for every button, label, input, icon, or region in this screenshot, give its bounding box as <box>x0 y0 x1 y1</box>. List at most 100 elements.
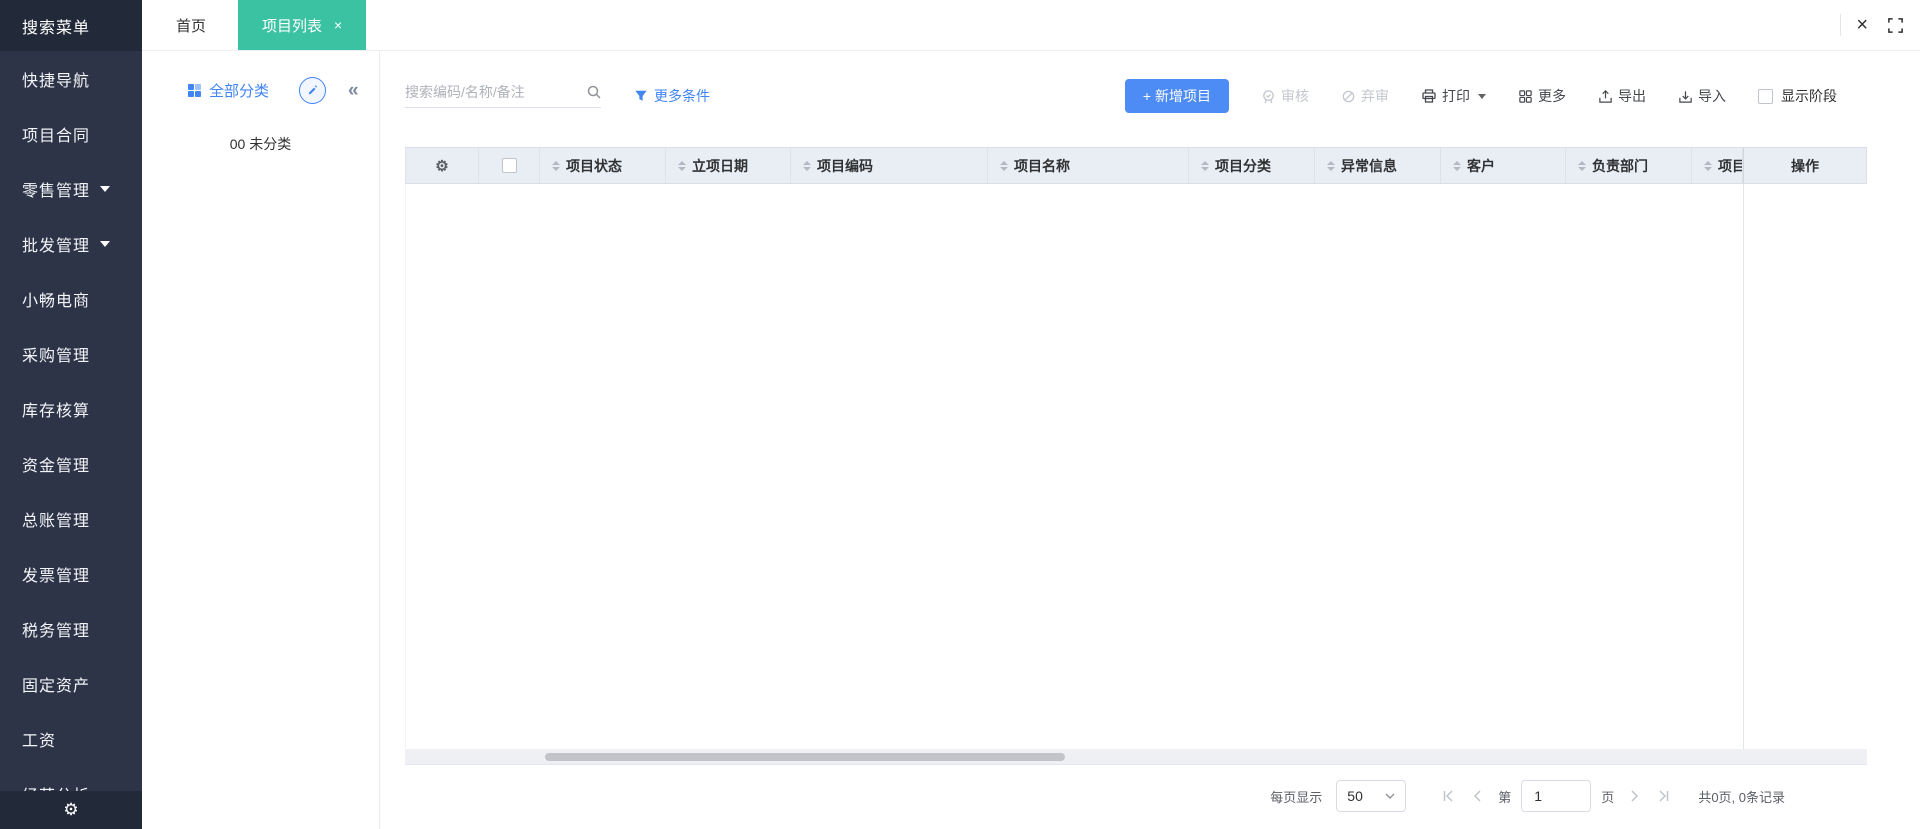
tab-close-icon[interactable]: × <box>334 18 342 32</box>
next-page-button[interactable] <box>1624 786 1644 806</box>
last-page-button[interactable] <box>1654 786 1674 806</box>
sidebar-item-general-ledger[interactable]: 总账管理 <box>0 491 142 546</box>
sort-arrows-icon[interactable] <box>1578 160 1586 171</box>
column-header-status[interactable]: 项目状态 <box>540 148 666 183</box>
page-number-input[interactable] <box>1521 780 1592 812</box>
column-header-actions: 操作 <box>1743 148 1866 183</box>
sidebar-item-retail[interactable]: 零售管理 <box>0 161 142 216</box>
sort-arrows-icon[interactable] <box>803 160 811 171</box>
category-panel: 全部分类 « 00 未分类 <box>142 51 380 829</box>
per-page-label: 每页显示 <box>1270 789 1323 805</box>
tab-home[interactable]: 首页 <box>158 0 224 50</box>
show-stage-toggle: 显示阶段 <box>1758 86 1837 106</box>
show-stage-checkbox[interactable] <box>1758 88 1773 104</box>
unaudit-icon <box>1342 90 1355 102</box>
column-header-customer[interactable]: 客户 <box>1441 148 1566 183</box>
sidebar-item-payroll[interactable]: 工资 <box>0 711 142 766</box>
gear-icon: ⚙ <box>435 157 449 175</box>
close-icon[interactable]: × <box>1841 14 1883 37</box>
toolbar: 更多条件 + 新增项目 审核 弃审 <box>405 73 1837 119</box>
import-icon <box>1679 90 1692 103</box>
sidebar-item-inventory[interactable]: 库存核算 <box>0 381 142 436</box>
collapse-panel-icon[interactable]: « <box>348 81 359 100</box>
import-button[interactable]: 导入 <box>1678 86 1726 106</box>
print-button[interactable]: 打印 <box>1421 86 1486 106</box>
column-settings-button[interactable]: ⚙ <box>406 148 479 183</box>
tabbar-right-controls: × <box>1840 0 1920 50</box>
sidebar-settings-button[interactable]: ⚙ <box>0 791 142 829</box>
search-input[interactable] <box>405 84 586 100</box>
search-icon[interactable] <box>586 84 602 100</box>
unaudit-button[interactable]: 弃审 <box>1341 86 1389 106</box>
sidebar-search-menu-label: 搜索菜单 <box>22 19 91 37</box>
table-header-row: ⚙ 项目状态 立项日期 项目编码 项目名称 项目分类 异常信息 客户 负责部门 … <box>405 147 1867 184</box>
tab-project-list[interactable]: 项目列表 × <box>238 0 367 50</box>
page-suffix-label: 页 <box>1601 789 1615 805</box>
sidebar-item-analysis[interactable]: 经营分析 <box>0 766 142 792</box>
edit-categories-button[interactable] <box>299 77 327 104</box>
sidebar: 搜索菜单 快捷导航 项目合同 零售管理 批发管理 小畅电商 采购管理 库存核算 … <box>0 0 142 829</box>
sidebar-item-ecommerce[interactable]: 小畅电商 <box>0 271 142 326</box>
column-header-exception[interactable]: 异常信息 <box>1315 148 1441 183</box>
more-filters-button[interactable]: 更多条件 <box>634 86 710 106</box>
category-item-uncategorized[interactable]: 00 未分类 <box>142 134 379 154</box>
scrollbar-thumb[interactable] <box>545 753 1065 761</box>
sort-arrows-icon[interactable] <box>1000 160 1008 171</box>
sidebar-item-tax[interactable]: 税务管理 <box>0 601 142 656</box>
all-categories-link[interactable]: 全部分类 <box>209 80 269 101</box>
sidebar-item-project-contract[interactable]: 项目合同 <box>0 106 142 161</box>
sort-arrows-icon[interactable] <box>1704 160 1712 171</box>
page-prefix-label: 第 <box>1498 789 1512 805</box>
sidebar-item-quick-nav[interactable]: 快捷导航 <box>0 51 142 106</box>
project-table: ⚙ 项目状态 立项日期 项目编码 项目名称 项目分类 异常信息 客户 负责部门 … <box>405 147 1867 765</box>
export-button[interactable]: 导出 <box>1598 86 1646 106</box>
record-count-label: 共0页, 0条记录 <box>1698 789 1785 805</box>
sidebar-item-invoice[interactable]: 发票管理 <box>0 546 142 601</box>
toolbar-actions: + 新增项目 审核 弃审 打印 更多 导出 导入 显示阶段 <box>1124 79 1837 113</box>
sort-arrows-icon[interactable] <box>1453 160 1461 171</box>
more-actions-button[interactable]: 更多 <box>1518 86 1566 106</box>
chevron-down-icon <box>1385 793 1395 799</box>
chevron-down-icon <box>100 240 111 247</box>
sidebar-item-funds[interactable]: 资金管理 <box>0 436 142 491</box>
column-header-category[interactable]: 项目分类 <box>1189 148 1315 183</box>
work-area: 更多条件 + 新增项目 审核 弃审 <box>381 51 1920 829</box>
table-body-empty <box>405 184 1867 749</box>
select-all-cell <box>479 148 540 183</box>
search-box <box>405 84 601 108</box>
audit-button[interactable]: 审核 <box>1261 86 1309 106</box>
sort-arrows-icon[interactable] <box>678 160 686 171</box>
column-header-code[interactable]: 项目编码 <box>791 148 988 183</box>
sidebar-item-fixed-assets[interactable]: 固定资产 <box>0 656 142 711</box>
prev-page-button[interactable] <box>1468 786 1488 806</box>
per-page-select[interactable]: 50 <box>1336 780 1407 812</box>
column-header-project-truncated[interactable]: 项目 <box>1692 148 1743 183</box>
grid-icon <box>1519 89 1532 103</box>
first-page-button[interactable] <box>1438 786 1458 806</box>
funnel-icon <box>635 90 647 101</box>
column-header-name[interactable]: 项目名称 <box>988 148 1189 183</box>
fixed-column-divider <box>1743 184 1744 749</box>
sort-arrows-icon[interactable] <box>1327 160 1335 171</box>
sidebar-search-menu[interactable]: 搜索菜单 <box>0 0 142 51</box>
select-all-checkbox[interactable] <box>501 158 517 173</box>
column-header-department[interactable]: 负责部门 <box>1566 148 1692 183</box>
fullscreen-icon[interactable] <box>1883 17 1920 34</box>
add-project-button[interactable]: + 新增项目 <box>1124 79 1229 113</box>
sidebar-item-purchase[interactable]: 采购管理 <box>0 326 142 381</box>
chevron-down-icon <box>100 185 111 192</box>
column-header-start-date[interactable]: 立项日期 <box>666 148 791 183</box>
export-icon <box>1599 89 1612 103</box>
category-grid-icon <box>188 84 201 97</box>
app-window: 搜索菜单 快捷导航 项目合同 零售管理 批发管理 小畅电商 采购管理 库存核算 … <box>0 0 1920 829</box>
category-panel-header: 全部分类 « <box>188 77 367 104</box>
pagination-bar: 每页显示 50 第 1 页 共0页, 0条记录 <box>1270 778 1785 814</box>
printer-icon <box>1422 89 1436 103</box>
sidebar-item-wholesale[interactable]: 批发管理 <box>0 216 142 271</box>
sort-arrows-icon[interactable] <box>552 160 560 171</box>
horizontal-scrollbar[interactable] <box>405 749 1867 765</box>
sort-arrows-icon[interactable] <box>1201 160 1209 171</box>
sidebar-nav: 快捷导航 项目合同 零售管理 批发管理 小畅电商 采购管理 库存核算 资金管理 … <box>0 51 142 791</box>
gear-icon: ⚙ <box>63 800 79 819</box>
chevron-down-icon <box>1478 93 1486 99</box>
